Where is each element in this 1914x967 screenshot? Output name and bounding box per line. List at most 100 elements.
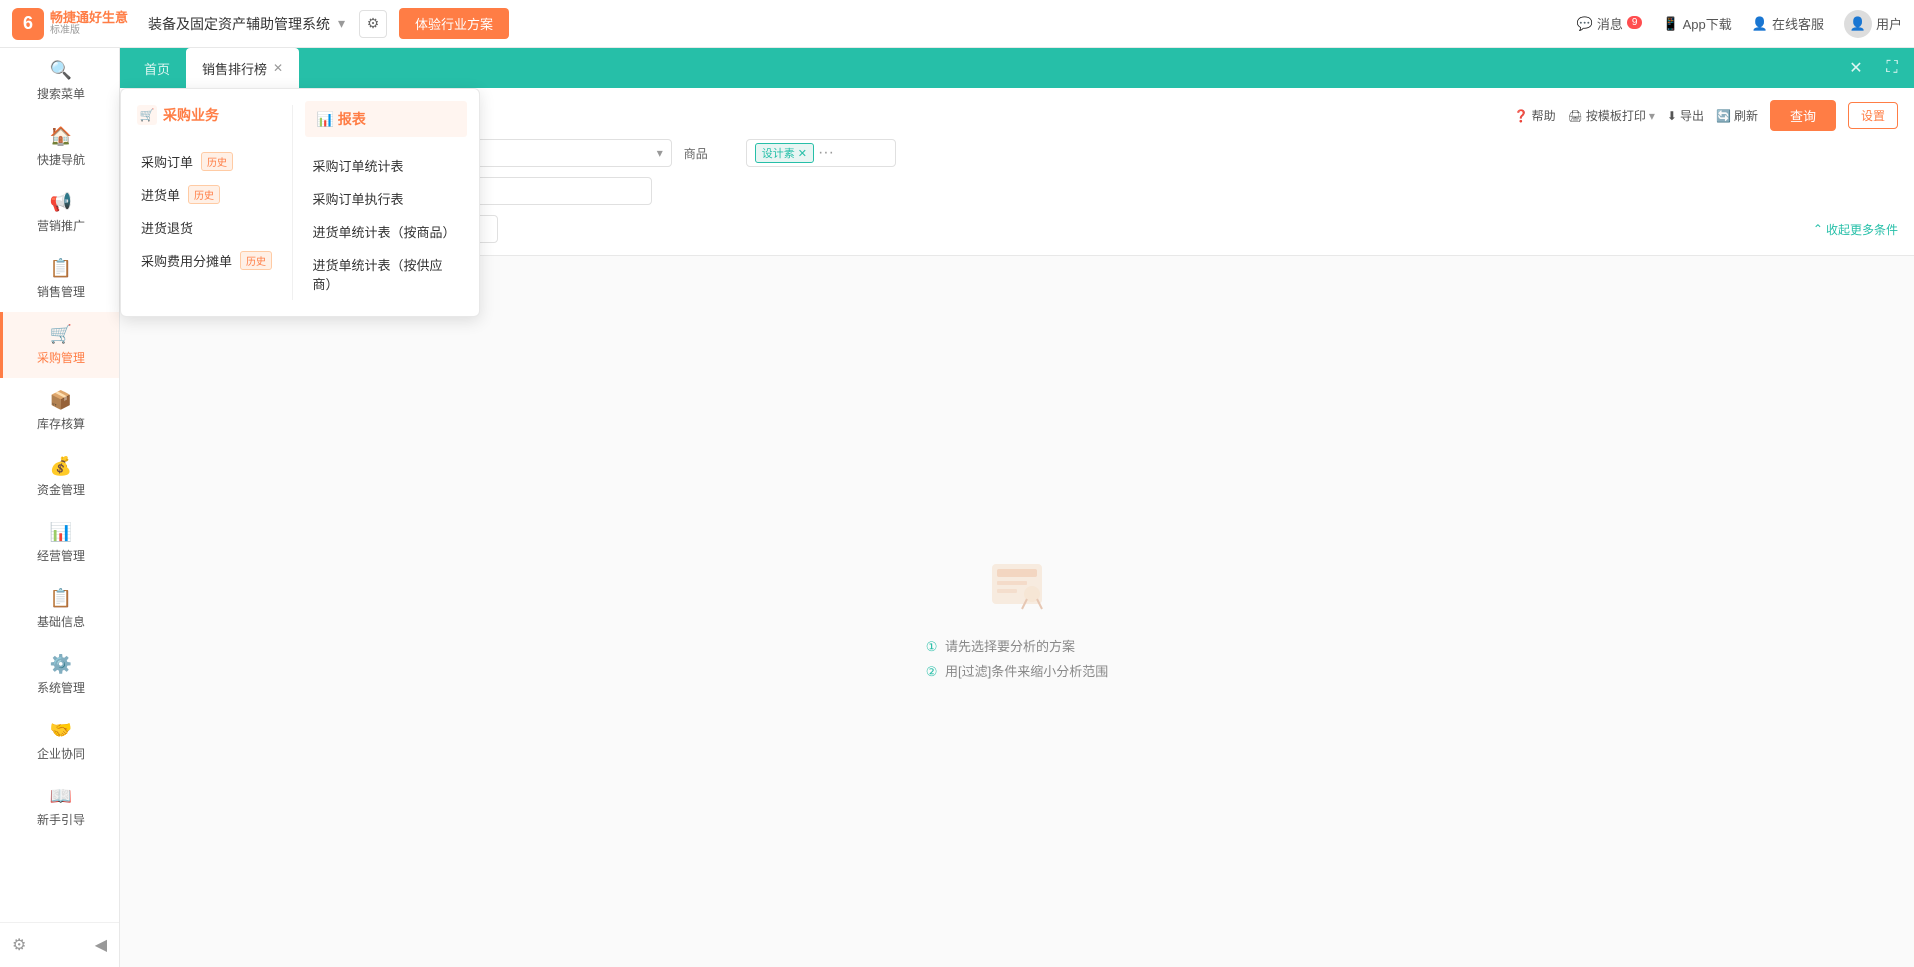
sidebar-bottom: ⚙ ◀: [0, 922, 119, 967]
history-tag-3: 历史: [240, 251, 272, 270]
sidebar-item-purchase[interactable]: 🛒 采购管理: [0, 312, 119, 378]
goods-select[interactable]: 设计素 ✕ ···: [746, 139, 896, 167]
sidebar-collapse-icon[interactable]: ◀: [95, 935, 107, 955]
message-button[interactable]: 💬 消息 9: [1577, 14, 1643, 33]
sidebar: 🔍 搜索菜单 🏠 快捷导航 📢 营销推广 📋 销售管理 🛒 采购管理 📦 库存核…: [0, 48, 120, 967]
operation-icon: 📊: [50, 522, 72, 543]
toolbar-right: ❓ 帮助 🖨 按模板打印 ▾ ⬇ 导出 🔄 刷新: [1514, 100, 1898, 131]
settings-button[interactable]: 设置: [1848, 102, 1898, 129]
home-icon: 🏠: [50, 126, 72, 147]
logo-sub: 标准版: [50, 25, 128, 37]
dropdown-item-inbound[interactable]: 进货单 历史: [137, 178, 292, 211]
tab-close-icon[interactable]: ✕: [273, 61, 283, 75]
dropdown-item-order-stat[interactable]: 采购订单统计表: [309, 149, 464, 182]
dropdown-item-return[interactable]: 进货退货: [137, 211, 292, 244]
sidebar-label-sales: 销售管理: [37, 283, 85, 300]
goods-ellipsis[interactable]: ···: [818, 144, 834, 162]
collapse-button[interactable]: ⌃ 收起更多条件: [1813, 221, 1898, 238]
sidebar-label-search: 搜索菜单: [37, 85, 85, 102]
sidebar-label-basic: 基础信息: [37, 613, 85, 630]
help-button[interactable]: ❓ 帮助: [1514, 107, 1556, 124]
sidebar-item-system[interactable]: ⚙️ 系统管理: [0, 642, 119, 708]
purchase-col-icon: 🛒: [137, 105, 157, 125]
sidebar-item-quick[interactable]: 🏠 快捷导航: [0, 114, 119, 180]
dropdown-item-purchase-order[interactable]: 采购订单 历史: [137, 145, 292, 178]
dropdown-item-inbound-stat-supplier[interactable]: 进货单统计表（按供应商）: [309, 248, 464, 300]
sidebar-item-enterprise[interactable]: 🤝 企业协同: [0, 708, 119, 774]
tab-sales-rank-label: 销售排行榜: [202, 59, 267, 78]
sidebar-label-quick: 快捷导航: [37, 151, 85, 168]
dropdown-item-inbound-stat-goods[interactable]: 进货单统计表（按商品）: [309, 215, 464, 248]
goods-label: 商品: [684, 145, 734, 162]
sidebar-item-operation[interactable]: 📊 经营管理: [0, 510, 119, 576]
basic-icon: 📋: [50, 588, 72, 609]
system-title-text: 装备及固定资产辅助管理系统: [148, 14, 330, 34]
sidebar-label-operation: 经营管理: [37, 547, 85, 564]
dropdown-purchase-title: 🛒 采购业务: [137, 105, 292, 133]
sidebar-settings-icon[interactable]: ⚙: [12, 935, 26, 955]
dropdown-item-cost[interactable]: 采购费用分摊单 历史: [137, 244, 292, 277]
tab-sales-rank[interactable]: 销售排行榜 ✕: [186, 48, 299, 88]
sidebar-item-marketing[interactable]: 📢 营销推广: [0, 180, 119, 246]
logo-main: 畅捷通好生意: [50, 10, 128, 26]
query-button[interactable]: 查询: [1770, 100, 1836, 131]
history-tag-0: 历史: [201, 152, 233, 171]
phone-icon: 📱: [1662, 16, 1678, 32]
sidebar-item-finance[interactable]: 💰 资金管理: [0, 444, 119, 510]
inventory-icon: 📦: [50, 390, 72, 411]
report-col-icon: 📊: [317, 111, 334, 127]
status-caret-icon: ▾: [657, 146, 663, 160]
message-label: 消息: [1597, 14, 1623, 33]
dropdown-item-order-exec[interactable]: 采购订单执行表: [309, 182, 464, 215]
industry-button[interactable]: 体验行业方案: [399, 8, 509, 39]
online-service-button[interactable]: 👤 在线客服: [1752, 14, 1824, 33]
goods-tag: 设计素 ✕: [755, 143, 814, 163]
sidebar-label-finance: 资金管理: [37, 481, 85, 498]
finance-icon: 💰: [50, 456, 72, 477]
salesman-select[interactable]: ···: [452, 177, 652, 205]
sidebar-label-guide: 新手引导: [37, 811, 85, 828]
sidebar-label-system: 系统管理: [37, 679, 85, 696]
tag-remove-icon[interactable]: ✕: [798, 147, 807, 160]
avatar: 👤: [1844, 10, 1872, 38]
close-all-icon[interactable]: ✕: [1842, 54, 1870, 82]
sidebar-item-guide[interactable]: 📖 新手引导: [0, 774, 119, 840]
system-icon: ⚙️: [50, 654, 72, 675]
empty-hint-2: ② 用[过滤]条件来缩小分析范围: [926, 661, 1109, 680]
sidebar-label-purchase: 采购管理: [37, 349, 85, 366]
sidebar-item-basic[interactable]: 📋 基础信息: [0, 576, 119, 642]
marketing-icon: 📢: [50, 192, 72, 213]
empty-state: ① 请先选择要分析的方案 ② 用[过滤]条件来缩小分析范围: [120, 256, 1914, 967]
export-icon: ⬇: [1667, 109, 1677, 123]
doc-status-select[interactable]: ▾: [472, 139, 672, 167]
tab-home[interactable]: 首页: [128, 48, 186, 88]
print-icon: 🖨: [1568, 109, 1583, 123]
dropdown-report-title: 📊 报表: [305, 101, 468, 137]
system-title-area: 装备及固定资产辅助管理系统 ▾ ⚙: [148, 10, 387, 38]
enterprise-icon: 🤝: [50, 720, 72, 741]
sidebar-item-search[interactable]: 🔍 搜索菜单: [0, 48, 119, 114]
refresh-button[interactable]: 🔄 刷新: [1716, 107, 1758, 124]
export-button[interactable]: ⬇ 导出: [1667, 107, 1704, 124]
sidebar-item-inventory[interactable]: 📦 库存核算: [0, 378, 119, 444]
sidebar-item-sales[interactable]: 📋 销售管理: [0, 246, 119, 312]
dropdown-col-purchase: 🛒 采购业务 采购订单 历史 进货单 历史 进货退货 采购费用分摊单 历史: [137, 105, 292, 300]
expand-icon[interactable]: ⛶: [1878, 54, 1906, 82]
user-area[interactable]: 👤 用户: [1844, 10, 1902, 38]
title-arrow-icon[interactable]: ▾: [338, 15, 345, 32]
logo-text: 畅捷通好生意 标准版: [50, 10, 128, 38]
message-icon: 💬: [1577, 16, 1593, 32]
sidebar-label-enterprise: 企业协同: [37, 745, 85, 762]
user-label: 用户: [1876, 14, 1902, 33]
tab-bar: 首页 销售排行榜 ✕ ✕ ⛶: [120, 48, 1914, 88]
header-right: 💬 消息 9 📱 App下载 👤 在线客服 👤 用户: [1577, 10, 1902, 38]
history-tag-1: 历史: [188, 185, 220, 204]
sidebar-label-inventory: 库存核算: [37, 415, 85, 432]
sidebar-label-marketing: 营销推广: [37, 217, 85, 234]
collapse-up-icon: ⌃: [1813, 222, 1823, 236]
settings-icon[interactable]: ⚙: [359, 10, 387, 38]
print-button[interactable]: 🖨 按模板打印 ▾: [1568, 107, 1655, 124]
search-icon: 🔍: [50, 60, 72, 81]
message-badge: 9: [1627, 16, 1643, 29]
app-download-button[interactable]: 📱 App下载: [1662, 14, 1731, 33]
